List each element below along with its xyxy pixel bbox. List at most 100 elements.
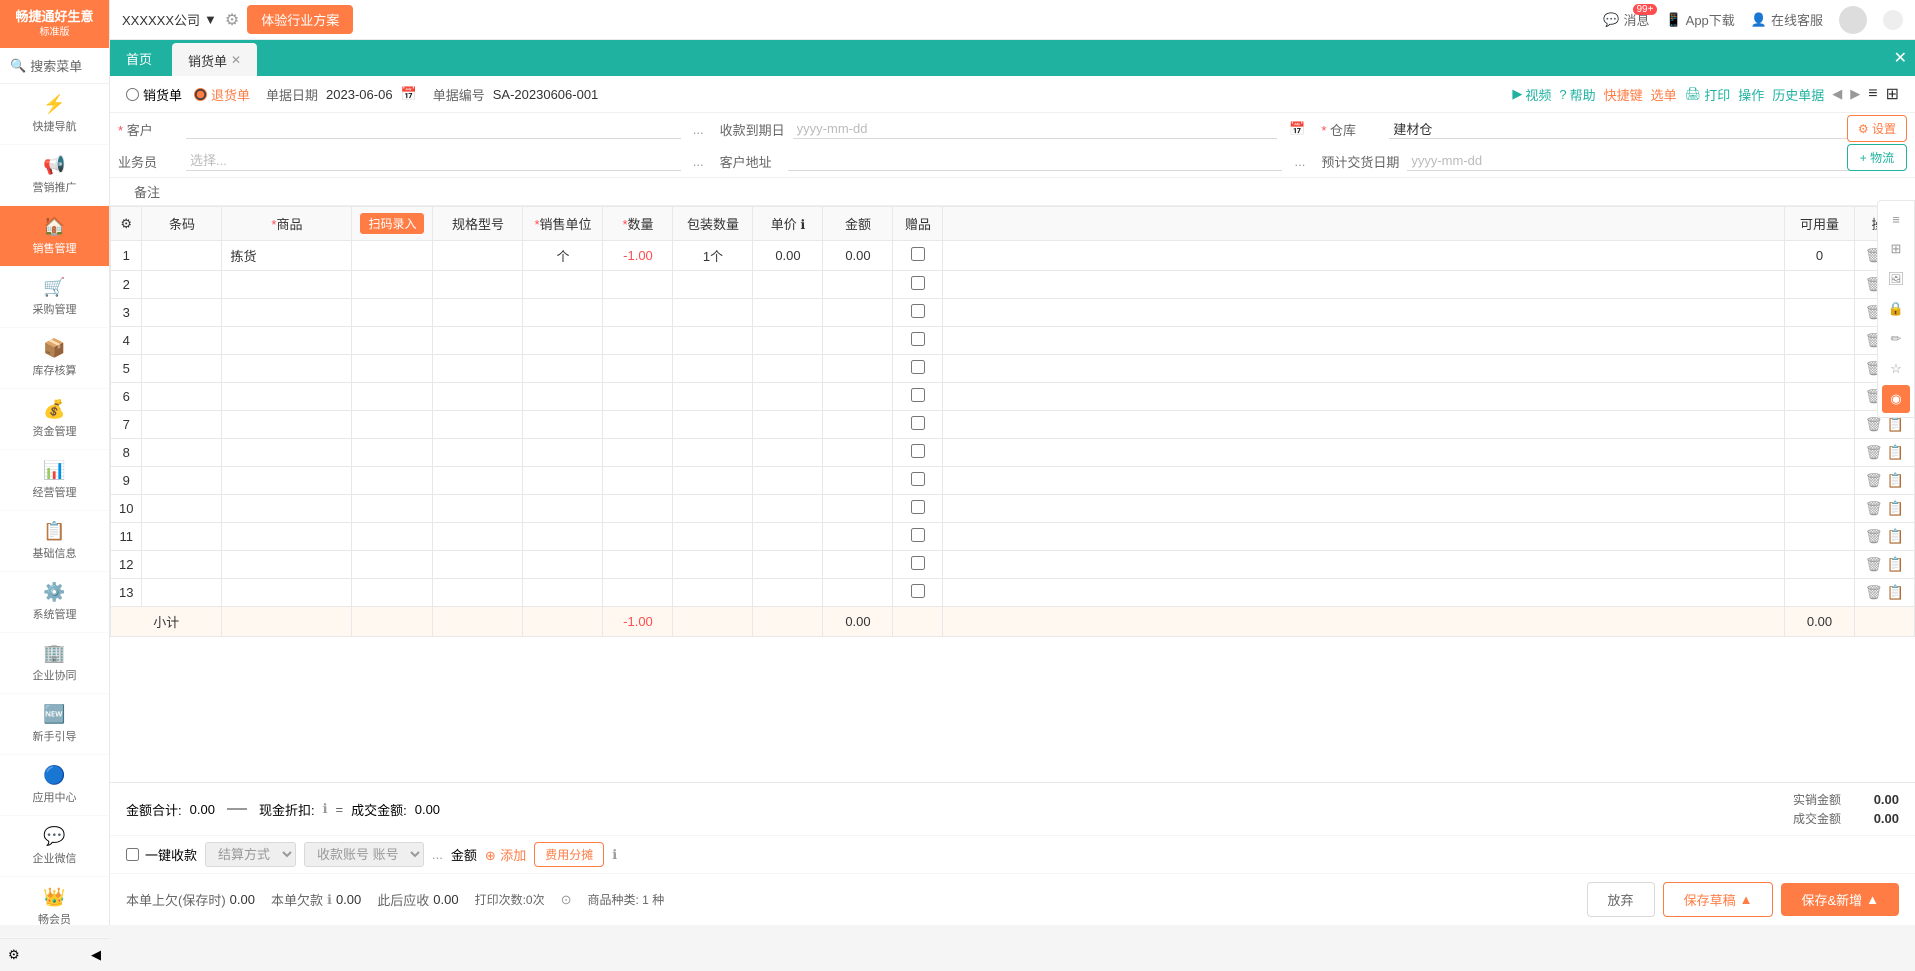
cell-price[interactable] [753, 495, 823, 523]
discard-button[interactable]: 放弃 [1587, 882, 1655, 917]
help-btn[interactable]: ? 帮助 [1559, 85, 1595, 104]
address-dots[interactable]: ... [1294, 154, 1305, 169]
cell-qty[interactable] [603, 523, 673, 551]
cell-qty[interactable] [603, 355, 673, 383]
right-tool-lock[interactable]: 🔒 [1882, 295, 1910, 323]
app-download-button[interactable]: 📱 App下载 [1665, 10, 1734, 29]
add-payment-button[interactable]: ⊕ 添加 [485, 845, 526, 865]
copy-row-button[interactable]: 📋 [1887, 528, 1904, 545]
cell-gift[interactable] [893, 579, 943, 607]
cell-spec[interactable] [433, 495, 523, 523]
cell-product[interactable] [222, 579, 352, 607]
payment-method-select[interactable]: 结算方式 [205, 842, 296, 867]
cell-pkg-qty[interactable] [673, 271, 753, 299]
barcode-input[interactable] [150, 585, 213, 600]
cell-gift[interactable] [893, 467, 943, 495]
cell-price[interactable]: 0.00 [753, 241, 823, 271]
cell-unit[interactable]: 个 [523, 241, 603, 271]
right-tool-edit[interactable]: ✏ [1882, 325, 1910, 353]
cell-qty[interactable] [603, 579, 673, 607]
cell-gift[interactable] [893, 271, 943, 299]
delete-row-button[interactable]: 🗑 [1865, 528, 1883, 545]
cell-amount[interactable]: 0.00 [823, 241, 893, 271]
cell-price[interactable] [753, 355, 823, 383]
cell-unit[interactable] [523, 551, 603, 579]
cell-qty[interactable] [603, 327, 673, 355]
cell-unit[interactable] [523, 411, 603, 439]
cell-pkg-qty[interactable] [673, 551, 753, 579]
cell-amount[interactable] [823, 355, 893, 383]
cell-barcode[interactable] [142, 299, 222, 327]
cell-spec[interactable] [433, 551, 523, 579]
fee-info-icon[interactable]: ℹ [612, 847, 617, 863]
account-select[interactable]: 收款账号 账号 [304, 842, 424, 867]
cell-spec[interactable] [433, 383, 523, 411]
sidebar-item-operations[interactable]: 📊 经营管理 [0, 450, 109, 511]
cell-product[interactable] [222, 551, 352, 579]
cell-spec[interactable] [433, 579, 523, 607]
cell-product[interactable] [222, 523, 352, 551]
gift-checkbox[interactable] [911, 528, 925, 542]
cell-spec[interactable] [433, 299, 523, 327]
cell-amount[interactable] [823, 579, 893, 607]
cell-unit[interactable] [523, 523, 603, 551]
sidebar-item-appstore[interactable]: 🔵 应用中心 [0, 755, 109, 816]
copy-row-button[interactable]: 📋 [1887, 500, 1904, 517]
cell-barcode[interactable] [142, 495, 222, 523]
amount-field-dots[interactable]: ... [432, 847, 443, 862]
sidebar-item-finance[interactable]: 💰 资金管理 [0, 389, 109, 450]
barcode-input[interactable] [150, 333, 213, 348]
cell-price[interactable] [753, 579, 823, 607]
discount-info-icon[interactable]: ℹ [323, 801, 328, 817]
view-grid-icon[interactable]: ⊞ [1886, 84, 1899, 104]
cell-product[interactable] [222, 327, 352, 355]
cell-pkg-qty[interactable] [673, 299, 753, 327]
sidebar-item-wechat[interactable]: 💬 企业微信 [0, 816, 109, 877]
cell-amount[interactable] [823, 551, 893, 579]
delete-row-button[interactable]: 🗑 [1865, 444, 1883, 461]
salesperson-input[interactable] [186, 151, 681, 171]
cell-pkg-qty[interactable] [673, 327, 753, 355]
select-btn[interactable]: 选单 [1651, 85, 1677, 104]
delete-row-button[interactable]: 🗑 [1865, 500, 1883, 517]
cell-price[interactable] [753, 439, 823, 467]
video-btn[interactable]: ▶ 视频 [1512, 85, 1551, 104]
cell-gift[interactable] [893, 411, 943, 439]
cell-gift[interactable] [893, 355, 943, 383]
cell-barcode[interactable] [142, 579, 222, 607]
nav-next-icon[interactable]: ▶ [1850, 86, 1860, 102]
save-draft-button[interactable]: 保存草稿 ▲ [1663, 882, 1774, 917]
cell-pkg-qty[interactable] [673, 523, 753, 551]
right-tool-star[interactable]: ☆ [1882, 355, 1910, 383]
delivery-date-input[interactable] [1407, 151, 1878, 171]
barcode-input[interactable] [150, 305, 213, 320]
cell-product[interactable] [222, 495, 352, 523]
scan-btn[interactable]: 扫码录入 [360, 213, 424, 234]
radio-return[interactable]: 退货单 [194, 85, 250, 104]
right-tool-card-view[interactable]: ⊞ [1882, 235, 1910, 263]
cell-spec[interactable] [433, 523, 523, 551]
cell-unit[interactable] [523, 495, 603, 523]
cell-unit[interactable] [523, 271, 603, 299]
warehouse-input[interactable] [1389, 119, 1884, 139]
delete-row-button[interactable]: 🗑 [1865, 416, 1883, 433]
cell-price[interactable] [753, 271, 823, 299]
cell-barcode[interactable] [142, 241, 222, 271]
gift-checkbox[interactable] [911, 472, 925, 486]
barcode-input[interactable] [150, 248, 213, 263]
gift-checkbox[interactable] [911, 444, 925, 458]
customer-address-input[interactable] [788, 151, 1283, 171]
cell-price[interactable] [753, 551, 823, 579]
settings-button[interactable]: ⚙ 设置 [1847, 115, 1907, 142]
cell-unit[interactable] [523, 467, 603, 495]
cell-unit[interactable] [523, 299, 603, 327]
online-service-button[interactable]: 👤 在线客服 [1751, 10, 1823, 29]
cell-amount[interactable] [823, 383, 893, 411]
copy-row-button[interactable]: 📋 [1887, 444, 1904, 461]
cell-amount[interactable] [823, 411, 893, 439]
cell-qty[interactable] [603, 495, 673, 523]
due-date-calendar-icon[interactable]: 📅 [1289, 121, 1305, 137]
trial-button[interactable]: 体验行业方案 [247, 5, 353, 34]
gift-checkbox[interactable] [911, 247, 925, 261]
history-btn[interactable]: 历史单据 [1772, 85, 1824, 104]
